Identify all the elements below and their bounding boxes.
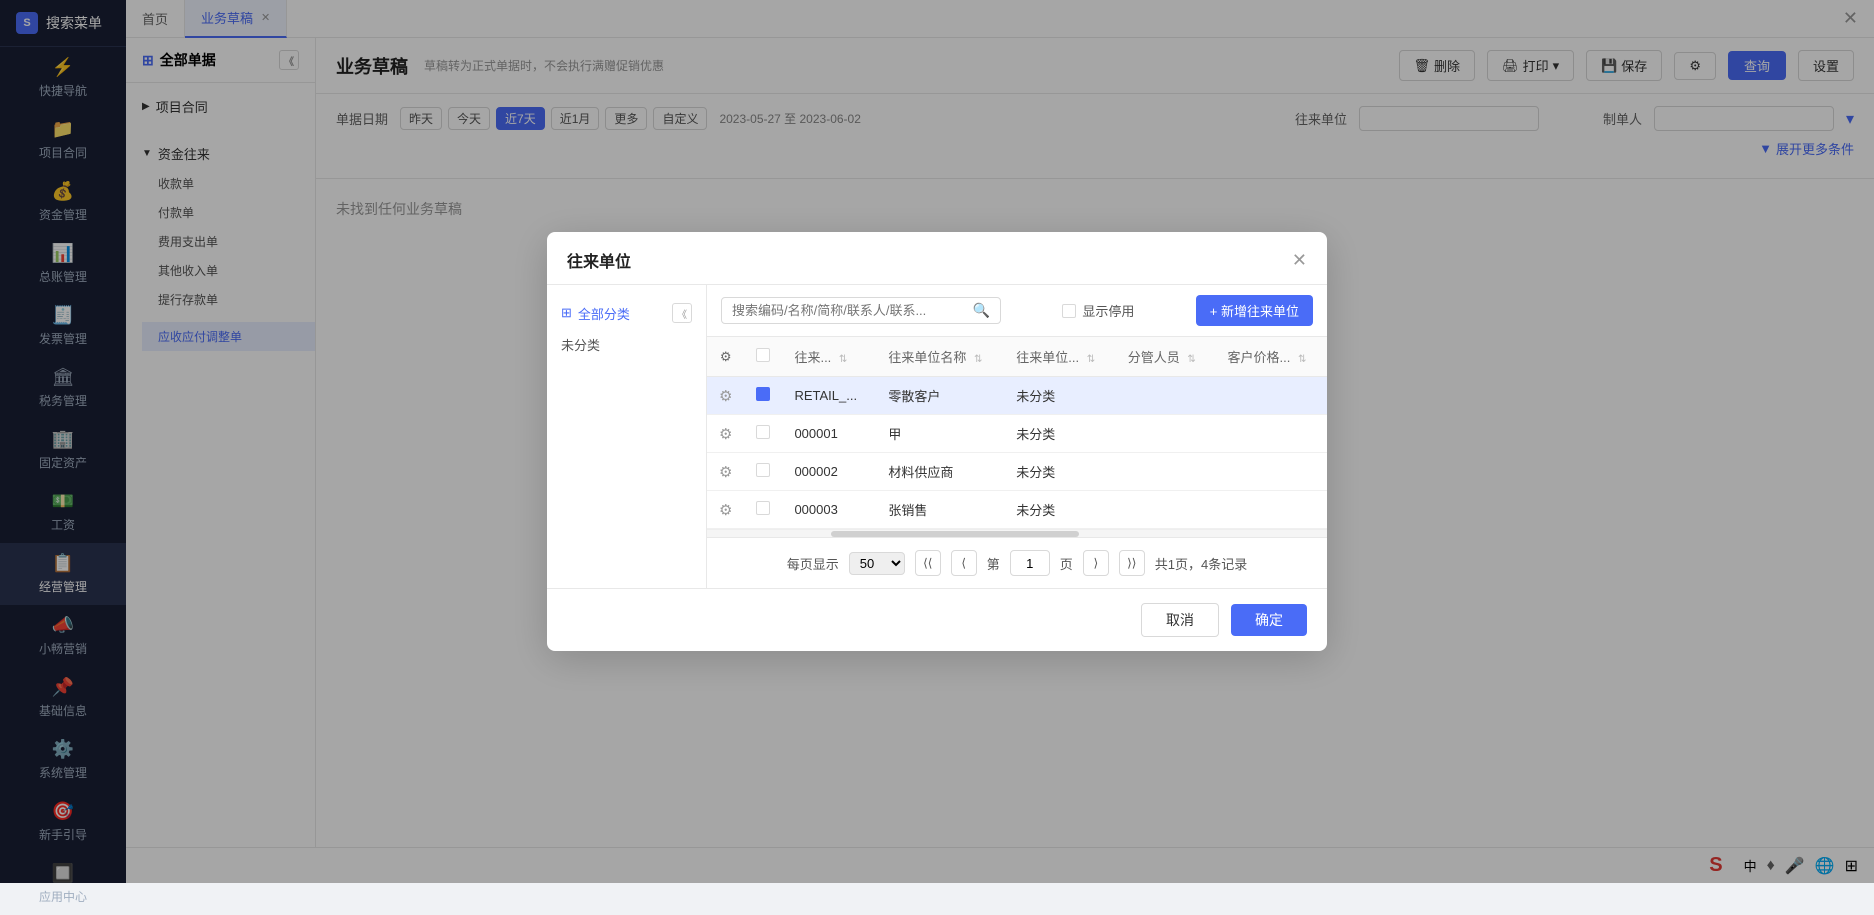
grid-icon-category: ⊞ [561,305,572,321]
per-page-select[interactable]: 50 100 [849,552,905,575]
modal-overlay[interactable]: 往来单位 ✕ ⊞ 全部分类 《 未分类 🔍 [0,0,1874,883]
row-settings[interactable]: ⚙ [707,453,744,491]
first-page-btn[interactable]: ⟨⟨ [915,550,941,576]
row-check[interactable] [744,491,782,529]
content-panel: 🔍 显示停用 + 新增往来单位 ⚙ [707,285,1327,588]
col-category: 往来单位... ⇅ [1004,337,1115,377]
category-panel: ⊞ 全部分类 《 未分类 [547,285,707,588]
row-code: 000003 [782,491,876,529]
content-toolbar: 🔍 显示停用 + 新增往来单位 [707,285,1327,337]
row-manager [1116,491,1216,529]
show-disabled-label: 显示停用 [1082,301,1134,320]
row-checkbox[interactable] [756,387,770,401]
confirm-button[interactable]: 确定 [1231,604,1307,636]
sidebar-item-label-apps: 应用中心 [39,888,87,905]
col-settings[interactable]: ⚙ [707,337,744,377]
row-checkbox[interactable] [756,501,770,515]
dialog-title: 往来单位 [567,248,631,272]
col-code: 往来... ⇅ [782,337,876,377]
row-settings[interactable]: ⚙ [707,377,744,415]
row-settings[interactable]: ⚙ [707,415,744,453]
col-name: 往来单位名称 ⇅ [876,337,1004,377]
row-settings[interactable]: ⚙ [707,491,744,529]
partner-table: ⚙ 往来... ⇅ 往来单位名称 [707,337,1327,529]
row-check[interactable] [744,415,782,453]
add-partner-button[interactable]: + 新增往来单位 [1196,295,1313,326]
table-row[interactable]: ⚙ RETAIL_... 零散客户 未分类 [707,377,1327,415]
next-page-btn[interactable]: ⟩ [1083,550,1109,576]
row-category: 未分类 [1004,453,1115,491]
data-table: ⚙ 往来... ⇅ 往来单位名称 [707,337,1327,529]
row-price [1216,453,1328,491]
row-category: 未分类 [1004,491,1115,529]
table-row[interactable]: ⚙ 000003 张销售 未分类 [707,491,1327,529]
row-code: 000001 [782,415,876,453]
col-manager: 分管人员 ⇅ [1116,337,1216,377]
show-disabled-checkbox[interactable] [1062,304,1076,318]
page-label: 第 [987,554,1000,573]
row-name: 零散客户 [876,377,1004,415]
total-info: 共1页，4条记录 [1155,554,1247,573]
prev-page-btn[interactable]: ⟨ [951,550,977,576]
page-suffix: 页 [1060,554,1073,573]
table-header-row: ⚙ 往来... ⇅ 往来单位名称 [707,337,1327,377]
row-price [1216,491,1328,529]
dialog-body: ⊞ 全部分类 《 未分类 🔍 显示停用 [547,285,1327,588]
row-name: 材料供应商 [876,453,1004,491]
category-sort-icon[interactable]: ⇅ [1087,354,1095,365]
search-box[interactable]: 🔍 [721,297,1001,324]
row-category: 未分类 [1004,415,1115,453]
search-icon: 🔍 [973,302,990,319]
row-checkbox[interactable] [756,463,770,477]
row-price [1216,415,1328,453]
per-page-label: 每页显示 [787,554,839,573]
manager-sort-icon[interactable]: ⇅ [1187,354,1195,365]
category-collapse[interactable]: 《 [672,303,692,323]
settings-icon-col: ⚙ [720,349,732,364]
code-sort-icon[interactable]: ⇅ [839,354,847,365]
row-checkbox[interactable] [756,425,770,439]
scrollbar-area [707,529,1327,537]
col-price: 客户价格... ⇅ [1216,337,1328,377]
category-uncategorized[interactable]: 未分类 [547,329,706,360]
row-manager [1116,377,1216,415]
row-category: 未分类 [1004,377,1115,415]
partner-dialog: 往来单位 ✕ ⊞ 全部分类 《 未分类 🔍 [547,232,1327,651]
price-sort-icon[interactable]: ⇅ [1298,354,1306,365]
page-input[interactable] [1010,550,1050,576]
row-manager [1116,415,1216,453]
row-code: 000002 [782,453,876,491]
category-all-label: 全部分类 [578,304,630,323]
row-name: 甲 [876,415,1004,453]
row-price [1216,377,1328,415]
col-check [744,337,782,377]
name-sort-icon[interactable]: ⇅ [974,354,982,365]
row-manager [1116,453,1216,491]
dialog-footer: 取消 确定 [547,588,1327,651]
scrollbar-thumb[interactable] [831,531,1079,537]
table-row[interactable]: ⚙ 000001 甲 未分类 [707,415,1327,453]
table-body: ⚙ RETAIL_... 零散客户 未分类 ⚙ 000001 甲 未分类 ⚙ 0… [707,377,1327,529]
dialog-close-btn[interactable]: ✕ [1292,250,1307,271]
pagination: 每页显示 50 100 ⟨⟨ ⟨ 第 页 ⟩ ⟩⟩ 共1页，4条记录 [707,537,1327,588]
table-row[interactable]: ⚙ 000002 材料供应商 未分类 [707,453,1327,491]
category-all[interactable]: ⊞ 全部分类 《 [547,297,706,329]
search-input[interactable] [732,303,967,318]
row-name: 张销售 [876,491,1004,529]
row-check[interactable] [744,377,782,415]
cancel-button[interactable]: 取消 [1141,603,1219,637]
dialog-header: 往来单位 ✕ [547,232,1327,285]
row-check[interactable] [744,453,782,491]
last-page-btn[interactable]: ⟩⟩ [1119,550,1145,576]
show-disabled-group: 显示停用 [1062,301,1134,320]
select-all-checkbox[interactable] [756,348,770,362]
row-code: RETAIL_... [782,377,876,415]
